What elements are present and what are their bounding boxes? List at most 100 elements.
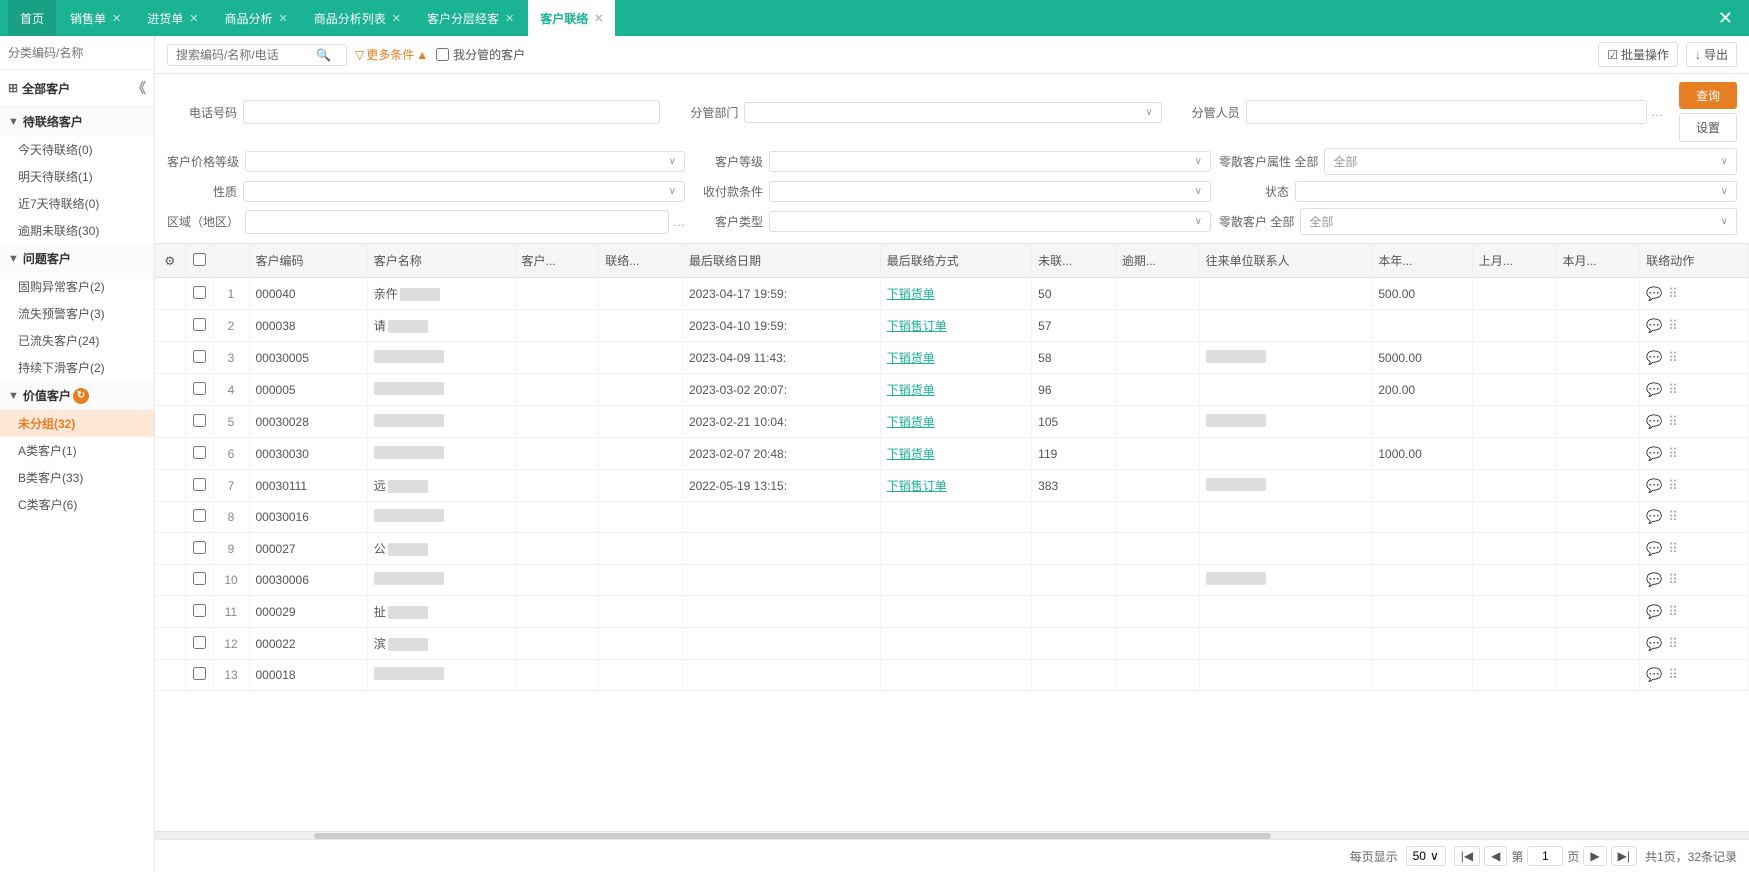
row-gear[interactable] <box>155 533 185 565</box>
row-gear[interactable] <box>155 438 185 470</box>
row-gear[interactable] <box>155 310 185 342</box>
sidebar-item-ordering-down[interactable]: 持续下滑客户(2) <box>0 354 154 381</box>
export-button[interactable]: ↓ 导出 <box>1686 42 1737 67</box>
prev-page-button[interactable]: ◀ <box>1484 846 1507 866</box>
tab-home[interactable]: 首页 <box>8 0 56 36</box>
col-check-all[interactable] <box>185 244 213 278</box>
all-customers-header[interactable]: ⊞ 全部客户 《 <box>0 70 154 107</box>
row-apps-icon[interactable]: ⠿ <box>1668 382 1678 398</box>
row-apps-icon[interactable]: ⠿ <box>1668 509 1678 525</box>
row-check[interactable] <box>185 660 213 691</box>
row-check[interactable] <box>185 438 213 470</box>
row-gear[interactable] <box>155 470 185 502</box>
query-button[interactable]: 查询 <box>1679 82 1737 109</box>
row-apps-icon[interactable]: ⠿ <box>1668 414 1678 430</box>
row-check[interactable] <box>185 596 213 628</box>
row-gear[interactable] <box>155 596 185 628</box>
sidebar-item-churn-warn[interactable]: 流失预警客户(3) <box>0 300 154 327</box>
my-customers-checkbox[interactable] <box>436 48 449 61</box>
filter-input-phone[interactable] <box>243 100 660 124</box>
row-chat-icon[interactable]: 💬 <box>1646 604 1662 620</box>
row-chat-icon[interactable]: 💬 <box>1646 667 1662 683</box>
row-chat-icon[interactable]: 💬 <box>1646 572 1662 588</box>
row-check[interactable] <box>185 310 213 342</box>
row-chat-icon[interactable]: 💬 <box>1646 636 1662 652</box>
row-apps-icon[interactable]: ⠿ <box>1668 350 1678 366</box>
row-apps-icon[interactable]: ⠿ <box>1668 572 1678 588</box>
col-gear[interactable]: ⚙ <box>155 244 185 278</box>
filter-select-sparse-customer[interactable]: 全部 ∨ <box>1300 208 1737 235</box>
row-gear[interactable] <box>155 565 185 596</box>
tab-product-analysis-list[interactable]: 商品分析列表 ✕ <box>302 0 413 36</box>
sidebar-item-overdue[interactable]: 逾期未联络(30) <box>0 217 154 244</box>
row-apps-icon[interactable]: ⠿ <box>1668 604 1678 620</box>
tab-sales[interactable]: 销售单 ✕ <box>58 0 133 36</box>
sidebar-item-tomorrow[interactable]: 明天待联络(1) <box>0 163 154 190</box>
filter-my-customers[interactable]: 我分管的客户 <box>436 46 525 63</box>
row-check[interactable] <box>185 565 213 596</box>
tab-customer-segment[interactable]: 客户分层经客 ✕ <box>415 0 526 36</box>
collapse-icon[interactable]: 《 <box>132 78 146 98</box>
row-check[interactable] <box>185 406 213 438</box>
filter-select-status[interactable]: ∨ <box>1295 181 1737 202</box>
refresh-value-icon[interactable]: ↻ <box>73 388 89 404</box>
filter-search-icon[interactable]: 🔍 <box>316 48 331 62</box>
page-number-input[interactable] <box>1527 846 1563 866</box>
sidebar-item-c-class[interactable]: C类客户(6) <box>0 491 154 518</box>
sidebar-group-pending[interactable]: ▼ 待联络客户 <box>0 107 154 136</box>
next-page-button[interactable]: ▶ <box>1583 846 1606 866</box>
row-chat-icon[interactable]: 💬 <box>1646 382 1662 398</box>
row-chat-icon[interactable]: 💬 <box>1646 446 1662 462</box>
batch-ops-button[interactable]: ☑ 批量操作 <box>1598 42 1678 67</box>
row-apps-icon[interactable]: ⠿ <box>1668 318 1678 334</box>
row-check[interactable] <box>185 502 213 533</box>
tab-product-analysis[interactable]: 商品分析 ✕ <box>212 0 299 36</box>
select-all-checkbox[interactable] <box>193 253 206 266</box>
window-close-button[interactable]: ✕ <box>1710 8 1741 29</box>
sidebar-group-value[interactable]: ▼ 价值客户 ↻ <box>0 381 154 410</box>
reset-button[interactable]: 设置 <box>1679 113 1737 142</box>
row-apps-icon[interactable]: ⠿ <box>1668 478 1678 494</box>
row-check[interactable] <box>185 470 213 502</box>
row-check[interactable] <box>185 342 213 374</box>
filter-more-conditions[interactable]: ▽ 更多条件 ▲ <box>355 46 428 63</box>
region-dots-icon[interactable]: … <box>673 215 685 229</box>
close-purchase-icon[interactable]: ✕ <box>189 12 198 25</box>
filter-select-customer-type[interactable]: ∨ <box>769 211 1211 232</box>
sidebar-item-a-class[interactable]: A类客户(1) <box>0 437 154 464</box>
last-page-button[interactable]: ▶| <box>1611 846 1637 866</box>
close-product-analysis-icon[interactable]: ✕ <box>279 12 288 25</box>
sidebar-item-lost[interactable]: 已流失客户(24) <box>0 327 154 354</box>
close-customer-contact-icon[interactable]: ✕ <box>594 12 603 25</box>
row-chat-icon[interactable]: 💬 <box>1646 318 1662 334</box>
row-check[interactable] <box>185 278 213 310</box>
tab-purchase[interactable]: 进货单 ✕ <box>135 0 210 36</box>
row-gear[interactable] <box>155 342 185 374</box>
row-apps-icon[interactable]: ⠿ <box>1668 636 1678 652</box>
horizontal-scrollbar[interactable] <box>155 831 1749 839</box>
close-customer-segment-icon[interactable]: ✕ <box>505 12 514 25</box>
close-product-analysis-list-icon[interactable]: ✕ <box>392 12 401 25</box>
row-gear[interactable] <box>155 502 185 533</box>
sidebar-group-problem[interactable]: ▼ 问题客户 <box>0 244 154 273</box>
scrollbar-thumb[interactable] <box>314 833 1270 839</box>
row-chat-icon[interactable]: 💬 <box>1646 350 1662 366</box>
row-gear[interactable] <box>155 374 185 406</box>
filter-input-manager[interactable] <box>1246 100 1647 124</box>
row-chat-icon[interactable]: 💬 <box>1646 541 1662 557</box>
row-chat-icon[interactable]: 💬 <box>1646 414 1662 430</box>
sidebar-search-input[interactable] <box>8 46 155 60</box>
sidebar-item-ungroup[interactable]: 未分组(32) <box>0 410 154 437</box>
sidebar-item-7days[interactable]: 近7天待联络(0) <box>0 190 154 217</box>
per-page-select[interactable]: 50 ∨ <box>1406 846 1446 866</box>
row-chat-icon[interactable]: 💬 <box>1646 286 1662 302</box>
row-apps-icon[interactable]: ⠿ <box>1668 446 1678 462</box>
filter-select-sparse-attr[interactable]: 全部 ∨ <box>1324 148 1737 175</box>
row-apps-icon[interactable]: ⠿ <box>1668 286 1678 302</box>
row-chat-icon[interactable]: 💬 <box>1646 509 1662 525</box>
row-check[interactable] <box>185 374 213 406</box>
filter-select-customer-level[interactable]: ∨ <box>769 151 1211 172</box>
sidebar-item-abnormal[interactable]: 固购异常客户(2) <box>0 273 154 300</box>
row-apps-icon[interactable]: ⠿ <box>1668 541 1678 557</box>
row-gear[interactable] <box>155 628 185 660</box>
